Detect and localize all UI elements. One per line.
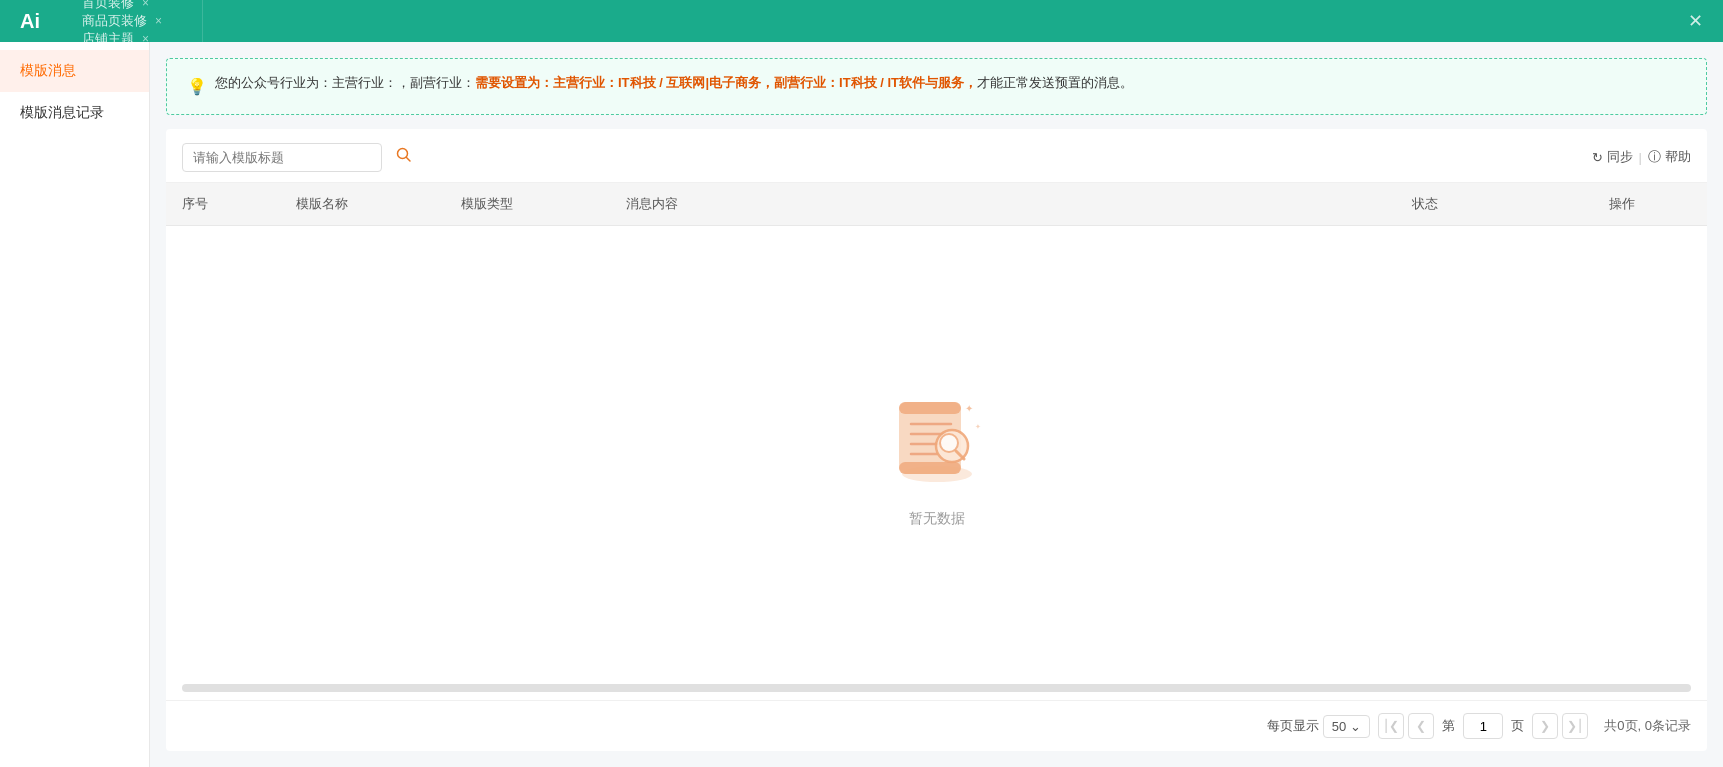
svg-text:✦: ✦ [975, 423, 981, 430]
sync-button[interactable]: ↻ 同步 [1592, 148, 1633, 166]
page-suffix-label: 页 [1511, 717, 1524, 735]
prev-page-button[interactable]: ❮ [1408, 713, 1434, 739]
col-header-action: 操作 [1593, 183, 1707, 226]
sync-label: 同步 [1607, 148, 1633, 166]
main-layout: 模版消息模版消息记录 💡 您的公众号行业为：主营行业：，副营行业：需要设置为：主… [0, 42, 1723, 767]
sidebar: 模版消息模版消息记录 [0, 42, 150, 767]
tab-home-decor[interactable]: 首页装修× [68, 0, 203, 12]
search-button[interactable] [390, 143, 418, 171]
horizontal-scrollbar[interactable] [182, 684, 1691, 692]
col-header-content: 消息内容 [610, 183, 1396, 226]
notice-box: 💡 您的公众号行业为：主营行业：，副营行业：需要设置为：主营行业：IT科技 / … [166, 58, 1707, 115]
svg-text:✦: ✦ [965, 403, 973, 414]
bulb-icon: 💡 [187, 74, 207, 100]
global-close-button[interactable]: ✕ [1676, 10, 1715, 32]
last-page-button[interactable]: ❯⎮ [1562, 713, 1588, 739]
page-size-value: 50 [1332, 719, 1346, 734]
search-bar: ↻ 同步 | ⓘ 帮助 [166, 129, 1707, 183]
page-size-selector: 每页显示 50 ⌄ [1267, 715, 1370, 738]
tab-close-shop-theme[interactable]: × [142, 32, 149, 42]
empty-text: 暂无数据 [909, 510, 965, 528]
pagination: 每页显示 50 ⌄ ⎮❮ ❮ 第 页 ❯ ❯⎮ [166, 700, 1707, 751]
tab-product-decor[interactable]: 商品页装修× [68, 12, 203, 30]
svg-rect-4 [899, 402, 961, 414]
empty-state: ✦ ✦ 暂无数据 [166, 226, 1707, 676]
content-area: 💡 您的公众号行业为：主营行业：，副营行业：需要设置为：主营行业：IT科技 / … [150, 42, 1723, 767]
scrollbar-area[interactable] [166, 676, 1707, 700]
svg-point-11 [940, 434, 958, 452]
page-navigation: ⎮❮ ❮ 第 页 ❯ ❯⎮ [1378, 713, 1588, 739]
table-wrapper: 序号模版名称模版类型消息内容状态操作 [166, 183, 1707, 751]
page-size-dropdown[interactable]: 50 ⌄ [1323, 715, 1370, 738]
svg-rect-5 [899, 462, 961, 474]
sidebar-item-template-record[interactable]: 模版消息记录 [0, 92, 149, 134]
current-page-input[interactable] [1463, 713, 1503, 739]
empty-illustration: ✦ ✦ [877, 374, 997, 494]
page-prefix-label: 第 [1442, 717, 1455, 735]
page-size-label: 每页显示 [1267, 717, 1319, 735]
divider: | [1639, 150, 1642, 165]
table-head: 序号模版名称模版类型消息内容状态操作 [166, 183, 1707, 226]
tabs-container: 首页微商城店铺设置×商品分类设置×首页装修×商品页装修×店铺主题×开通公众号商城… [68, 0, 203, 42]
data-table: 序号模版名称模版类型消息内容状态操作 [166, 183, 1707, 226]
sync-icon: ↻ [1592, 150, 1603, 165]
first-page-button[interactable]: ⎮❮ [1378, 713, 1404, 739]
notice-highlight: 需要设置为：主营行业：IT科技 / 互联网|电子商务，副营行业：IT科技 / I… [475, 75, 977, 90]
next-page-button[interactable]: ❯ [1532, 713, 1558, 739]
top-nav: Ai 首页微商城店铺设置×商品分类设置×首页装修×商品页装修×店铺主题×开通公众… [0, 0, 1723, 42]
search-left [182, 143, 418, 172]
search-input[interactable] [182, 143, 382, 172]
sidebar-item-template-msg[interactable]: 模版消息 [0, 50, 149, 92]
tab-close-product-decor[interactable]: × [155, 14, 162, 28]
search-right: ↻ 同步 | ⓘ 帮助 [1592, 148, 1691, 166]
table-section: ↻ 同步 | ⓘ 帮助 序号模版名称模版类型消息内容状态操作 [166, 129, 1707, 751]
help-icon: ⓘ [1648, 148, 1661, 166]
notice-text: 您的公众号行业为：主营行业：，副营行业：需要设置为：主营行业：IT科技 / 互联… [215, 73, 1133, 94]
table-header-row: 序号模版名称模版类型消息内容状态操作 [166, 183, 1707, 226]
help-button[interactable]: ⓘ 帮助 [1648, 148, 1691, 166]
brand-logo: Ai [8, 0, 68, 42]
col-header-name: 模版名称 [280, 183, 445, 226]
chevron-down-icon: ⌄ [1350, 719, 1361, 734]
col-header-type: 模版类型 [445, 183, 610, 226]
total-info: 共0页, 0条记录 [1604, 717, 1691, 735]
col-header-status: 状态 [1396, 183, 1593, 226]
col-header-seq: 序号 [166, 183, 280, 226]
tab-close-home-decor[interactable]: × [142, 0, 149, 10]
svg-line-1 [407, 158, 411, 162]
help-label: 帮助 [1665, 148, 1691, 166]
tab-shop-theme[interactable]: 店铺主题× [68, 30, 203, 42]
